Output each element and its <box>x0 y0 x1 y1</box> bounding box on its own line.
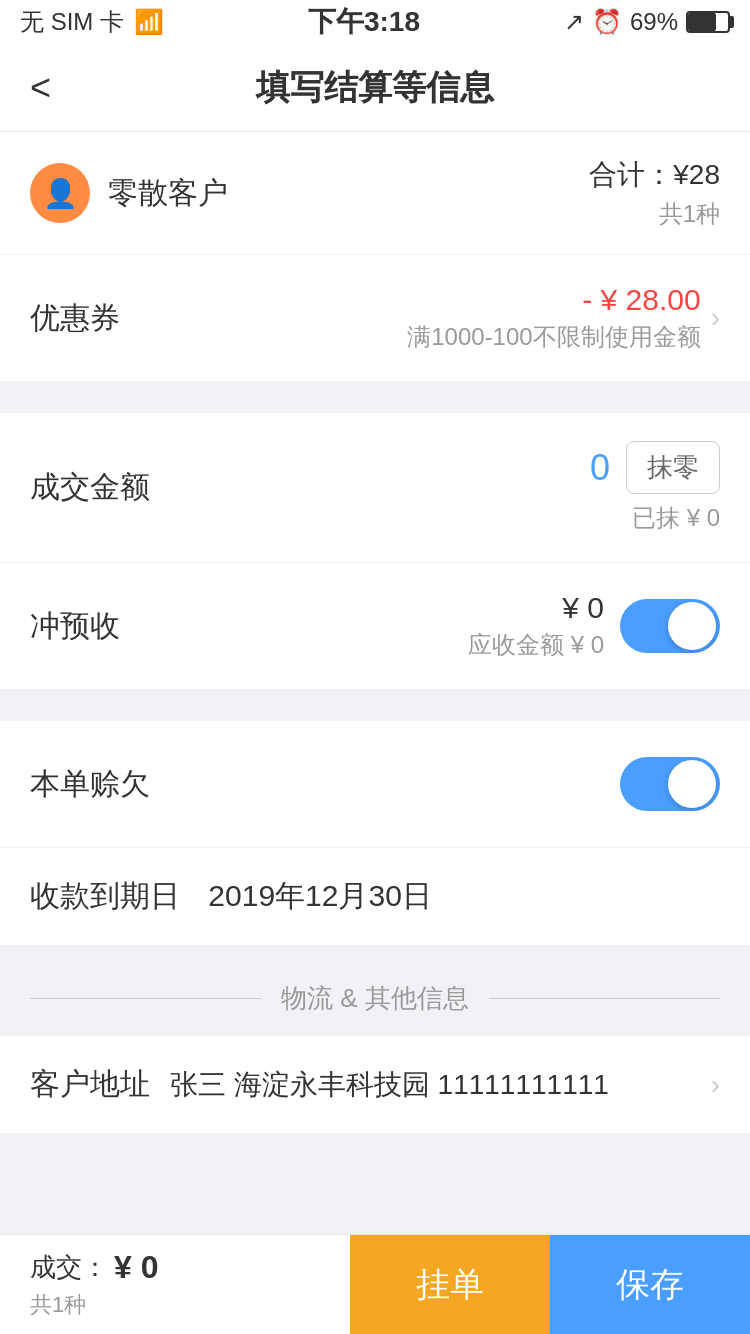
prepay-values: ¥ 0 应收金额 ¥ 0 <box>468 591 604 661</box>
deal-amount-value: 0 <box>590 447 610 489</box>
credit-toggle-knob <box>668 760 716 808</box>
logistics-line-right <box>489 998 720 999</box>
deal-amount-row: 成交金额 0 抹零 已抹 ¥ 0 <box>0 413 750 563</box>
hold-button[interactable]: 挂单 <box>350 1235 550 1335</box>
status-left: 无 SIM 卡 📶 <box>20 6 164 38</box>
address-row[interactable]: 客户地址 张三 海淀永丰科技园 11111111111 › <box>0 1036 750 1133</box>
credit-toggle[interactable] <box>620 757 720 811</box>
battery-icon <box>686 11 730 33</box>
deal-amount-label: 成交金额 <box>30 467 150 508</box>
chevron-right-icon: › <box>711 302 720 334</box>
divider-2 <box>0 705 750 721</box>
address-arrow-icon: › <box>711 1069 720 1101</box>
coupon-value: - ¥ 28.00 满1000-100不限制使用金额 <box>407 283 700 353</box>
prepay-amount: ¥ 0 <box>468 591 604 625</box>
bottom-deal-amount-row: 成交： ¥ 0 <box>30 1249 320 1286</box>
bottom-deal-value: ¥ 0 <box>114 1249 158 1286</box>
round-button[interactable]: 抹零 <box>626 441 720 494</box>
toggle-knob <box>668 602 716 650</box>
prepay-receivable: 应收金额 ¥ 0 <box>468 629 604 661</box>
bottom-bar: 成交： ¥ 0 共1种 挂单 保存 <box>0 1234 750 1334</box>
total-count: 共1种 <box>589 198 720 230</box>
back-button[interactable]: < <box>30 67 51 109</box>
bottom-deal-label: 成交： <box>30 1250 108 1285</box>
due-date-row: 收款到期日 2019年12月30日 <box>0 847 750 945</box>
bottom-summary: 成交： ¥ 0 共1种 <box>0 1249 350 1320</box>
credit-row: 本单赊欠 <box>0 721 750 847</box>
logistics-line-left <box>30 998 261 999</box>
wifi-icon: 📶 <box>134 8 164 36</box>
coupon-right: - ¥ 28.00 满1000-100不限制使用金额 › <box>407 283 720 353</box>
credit-section: 本单赊欠 收款到期日 2019年12月30日 <box>0 721 750 945</box>
coupon-discount: - ¥ 28.00 <box>407 283 700 317</box>
battery-percentage: 69% <box>630 8 678 36</box>
location-icon: ↗ <box>564 8 584 36</box>
due-date-label: 收款到期日 <box>30 879 180 912</box>
customer-section: 👤 零散客户 合计：¥28 共1种 优惠券 - ¥ 28.00 满1000-10… <box>0 132 750 381</box>
already-rounded-text: 已抹 ¥ 0 <box>632 502 720 534</box>
customer-row: 👤 零散客户 合计：¥28 共1种 <box>0 132 750 254</box>
prepay-label: 冲预收 <box>30 606 120 647</box>
total-amount: 合计：¥28 <box>589 156 720 194</box>
coupon-label: 优惠券 <box>30 298 120 339</box>
status-time: 下午3:18 <box>308 3 420 41</box>
address-section: 客户地址 张三 海淀永丰科技园 11111111111 › <box>0 1036 750 1133</box>
customer-name: 零散客户 <box>108 173 228 214</box>
address-label: 客户地址 <box>30 1064 150 1105</box>
deal-amount-controls: 0 抹零 <box>590 441 720 494</box>
deal-section: 成交金额 0 抹零 已抹 ¥ 0 冲预收 ¥ 0 应收金额 ¥ 0 <box>0 413 750 689</box>
prepay-row: 冲预收 ¥ 0 应收金额 ¥ 0 <box>0 563 750 689</box>
avatar-initial: 👤 <box>43 177 78 210</box>
credit-label: 本单赊欠 <box>30 764 150 805</box>
logistics-divider: 物流 & 其他信息 <box>0 961 750 1036</box>
page-title: 填写结算等信息 <box>256 65 494 111</box>
alarm-icon: ⏰ <box>592 8 622 36</box>
address-value: 张三 海淀永丰科技园 11111111111 <box>170 1066 711 1104</box>
customer-info: 👤 零散客户 <box>30 163 228 223</box>
divider-1 <box>0 397 750 413</box>
nav-bar: < 填写结算等信息 <box>0 44 750 132</box>
save-button[interactable]: 保存 <box>550 1235 750 1335</box>
prepay-toggle[interactable] <box>620 599 720 653</box>
coupon-row[interactable]: 优惠券 - ¥ 28.00 满1000-100不限制使用金额 › <box>0 254 750 381</box>
bottom-deal-count: 共1种 <box>30 1290 320 1320</box>
carrier-text: 无 SIM 卡 <box>20 6 124 38</box>
avatar: 👤 <box>30 163 90 223</box>
customer-total: 合计：¥28 共1种 <box>589 156 720 230</box>
prepay-right: ¥ 0 应收金额 ¥ 0 <box>468 591 720 661</box>
due-date-value: 2019年12月30日 <box>208 879 431 912</box>
coupon-description: 满1000-100不限制使用金额 <box>407 321 700 353</box>
logistics-label: 物流 & 其他信息 <box>281 981 469 1016</box>
status-right: ↗ ⏰ 69% <box>564 8 730 36</box>
status-bar: 无 SIM 卡 📶 下午3:18 ↗ ⏰ 69% <box>0 0 750 44</box>
